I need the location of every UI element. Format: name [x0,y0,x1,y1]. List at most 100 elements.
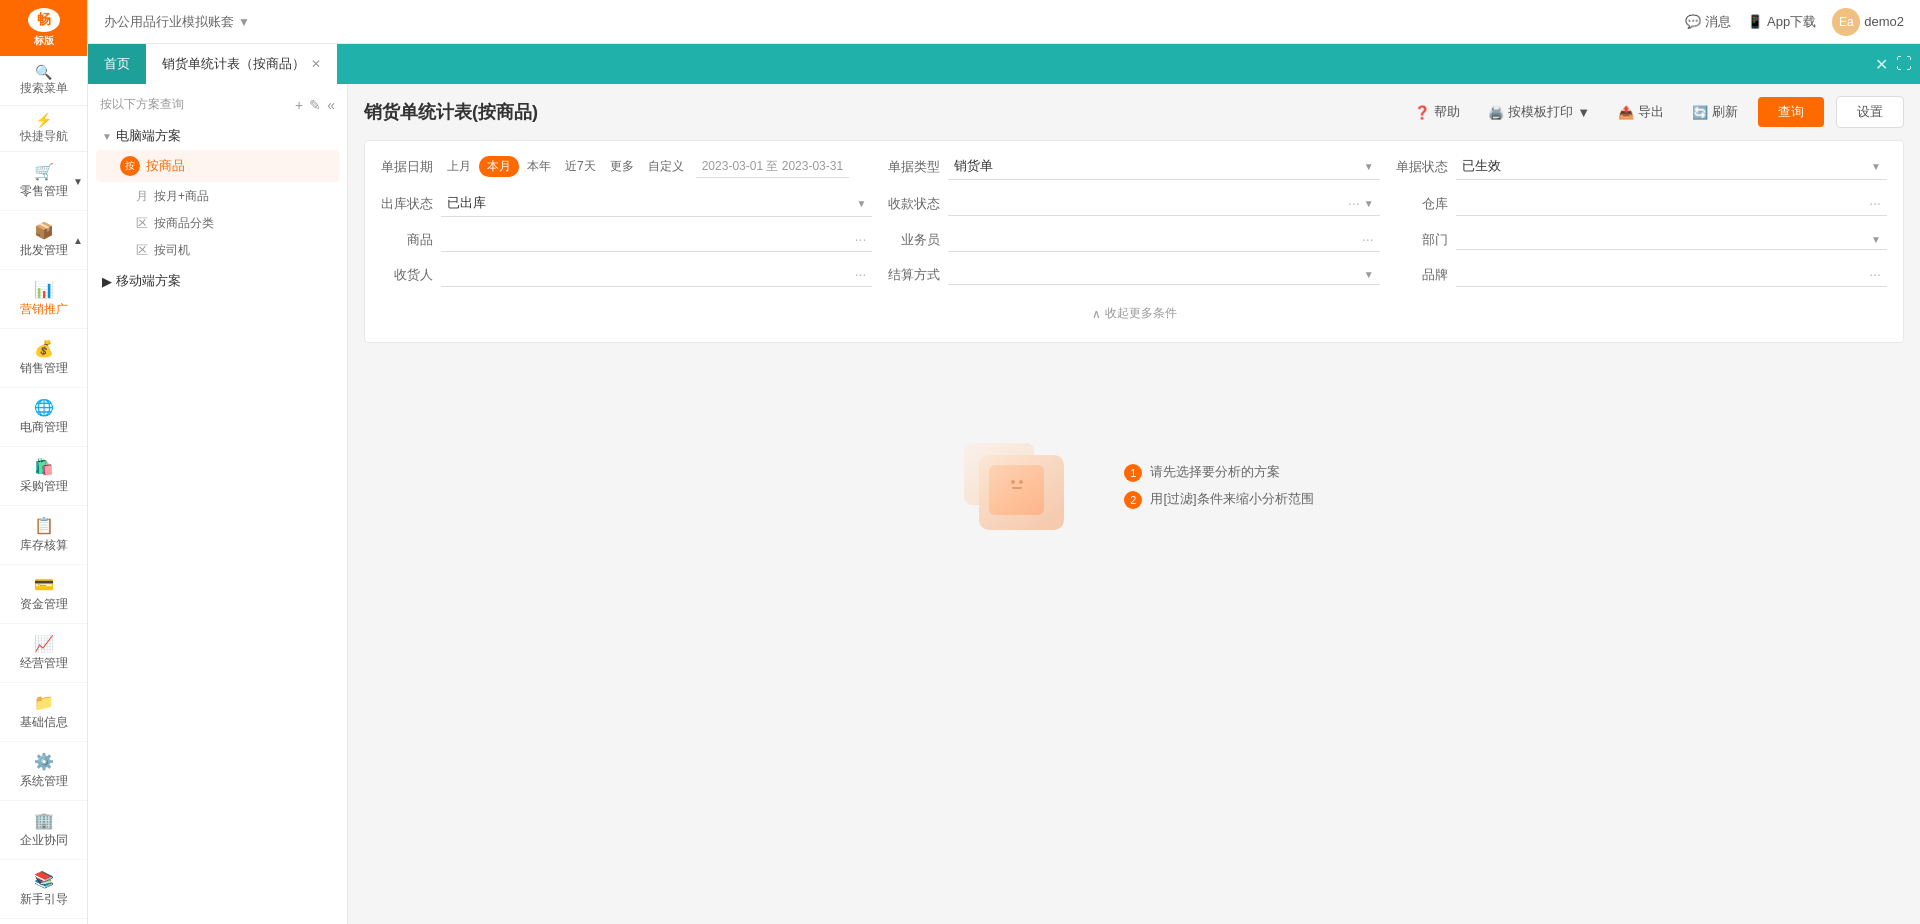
app-title: 办公用品行业模拟账套 [104,13,234,31]
out-status-select[interactable]: 已出库 ▼ [441,190,872,217]
query-button[interactable]: 查询 [1758,97,1824,127]
tab-close-window-button[interactable]: ✕ [1875,55,1888,74]
print-icon: 🖨️ [1488,105,1504,120]
warehouse-field: 仓库 ··· [1396,191,1887,216]
mobile-group-arrow: ▶ [102,274,112,289]
sidebar-item-sales[interactable]: 💰 销售管理 [0,329,87,388]
scheme-active-icon: 按 [120,156,140,176]
sidebar: 畅 标版 🔍 搜索菜单 ⚡ 快捷导航 🛒 零售管理 ▼ 📦 批发管理 ▲ 📊 营… [0,0,88,924]
date-tab-custom[interactable]: 自定义 [642,156,690,177]
finance-icon: 💳 [34,575,54,594]
collapse-bar[interactable]: ∧ 收起更多条件 [381,297,1887,330]
tab-bar-right: ✕ ⛶ [1867,44,1920,84]
sidebar-item-basic-info[interactable]: 📁 基础信息 [0,683,87,742]
tab-sales-stats[interactable]: 销货单统计表（按商品） ✕ [146,44,337,84]
mobile-scheme-group-title[interactable]: ▶ 移动端方案 [96,268,339,294]
scheme-panel-header: 按以下方案查询 + ✎ « [96,96,339,113]
scheme-panel: 按以下方案查询 + ✎ « ▼ 电脑端方案 按 按商品 月 [88,84,348,924]
month-icon: 月 [136,188,148,205]
chevron-icon: ▼ [73,176,83,187]
date-tab-this-month[interactable]: 本月 [479,156,519,177]
scheme-collapse-button[interactable]: « [327,97,335,113]
sidebar-search[interactable]: 🔍 搜索菜单 [0,56,87,106]
chevron-up-icon: ▲ [73,235,83,246]
scheme-item-by-month-product[interactable]: 月 按月+商品 [96,183,339,210]
logo-subtitle: 标版 [34,34,54,48]
date-tab-this-year[interactable]: 本年 [521,156,557,177]
sidebar-item-operations[interactable]: 📈 经营管理 [0,624,87,683]
warehouse-select[interactable]: ··· [1456,191,1887,216]
out-status-value: 已出库 [447,194,852,212]
salesperson-label: 业务员 [888,231,940,249]
warehouse-label: 仓库 [1396,195,1448,213]
warehouse-dots: ··· [1869,195,1881,211]
settlement-label: 结算方式 [888,266,940,284]
settings-button[interactable]: 设置 [1836,96,1904,128]
receiver-select[interactable]: ··· [441,262,872,287]
brand-dots: ··· [1869,266,1881,282]
print-button[interactable]: 🖨️ 按模板打印 ▼ [1480,99,1598,125]
scheme-edit-button[interactable]: ✎ [309,97,321,113]
doc-status-select[interactable]: 已生效 ▼ [1456,153,1887,180]
sidebar-item-purchase[interactable]: 🛍️ 采购管理 [0,447,87,506]
app-dropdown-icon[interactable]: ▼ [238,15,250,29]
recv-status-select[interactable]: ··· ▼ [948,191,1379,216]
step2-num: 2 [1124,491,1142,509]
sidebar-item-marketing[interactable]: 📊 营销推广 [0,270,87,329]
date-tab-more[interactable]: 更多 [604,156,640,177]
page-title: 销货单统计表(按商品) [364,100,538,124]
scheme-add-button[interactable]: + [295,97,303,113]
sales-stats-tab-label: 销货单统计表（按商品） [162,55,305,73]
enterprise-icon: 🏢 [34,811,54,830]
salesperson-select[interactable]: ··· [948,227,1379,252]
desktop-scheme-group-title[interactable]: ▼ 电脑端方案 [96,123,339,149]
recv-status-arrow: ▼ [1364,198,1374,209]
app-download-button[interactable]: 📱 App下载 [1747,13,1816,31]
tab-maximize-button[interactable]: ⛶ [1896,55,1912,73]
header-right: 💬 消息 📱 App下载 Ea demo2 [1685,8,1904,36]
salesperson-field: 业务员 ··· [888,227,1379,252]
out-status-field: 出库状态 已出库 ▼ [381,190,872,217]
doc-type-select[interactable]: 销货单 ▼ [948,153,1379,180]
date-tab-7days[interactable]: 近7天 [559,156,602,177]
date-range-input[interactable]: 2023-03-01 至 2023-03-31 [696,156,849,178]
refresh-button[interactable]: 🔄 刷新 [1684,99,1746,125]
date-tabs: 上月 本月 本年 近7天 更多 自定义 [441,156,690,177]
brand-select[interactable]: ··· [1456,262,1887,287]
doc-status-field: 单据状态 已生效 ▼ [1396,153,1887,180]
tab-close-button[interactable]: ✕ [311,58,321,70]
export-button[interactable]: 📤 导出 [1610,99,1672,125]
sidebar-item-onboarding[interactable]: 📚 新手引导 [0,860,87,919]
sidebar-item-ecommerce[interactable]: 🌐 电商管理 [0,388,87,447]
sidebar-item-finance[interactable]: 💳 资金管理 [0,565,87,624]
product-select[interactable]: ··· [441,227,872,252]
doc-type-label: 单据类型 [888,158,940,176]
filter-row-3: 商品 ··· 业务员 ··· 部门 [381,227,1887,252]
tab-home[interactable]: 首页 [88,44,146,84]
department-arrow: ▼ [1871,234,1881,245]
out-status-label: 出库状态 [381,195,433,213]
scheme-item-by-product[interactable]: 按 按商品 [96,150,339,182]
message-button[interactable]: 💬 消息 [1685,13,1731,31]
settlement-select[interactable]: ▼ [948,265,1379,285]
sidebar-item-retail[interactable]: 🛒 零售管理 ▼ [0,152,87,211]
department-select[interactable]: ▼ [1456,230,1887,250]
user-menu[interactable]: Ea demo2 [1832,8,1904,36]
scheme-item-by-category[interactable]: 区 按商品分类 [96,210,339,237]
department-field: 部门 ▼ [1396,230,1887,250]
sidebar-item-enterprise[interactable]: 🏢 企业协同 [0,801,87,860]
marketing-icon: 📊 [34,280,54,299]
sidebar-item-inventory[interactable]: 📋 库存核算 [0,506,87,565]
print-dropdown-arrow[interactable]: ▼ [1577,105,1590,120]
sidebar-quick-nav[interactable]: ⚡ 快捷导航 [0,106,87,152]
sidebar-item-wholesale[interactable]: 📦 批发管理 ▲ [0,211,87,270]
help-button[interactable]: ❓ 帮助 [1406,99,1468,125]
sales-icon: 💰 [34,339,54,358]
date-tab-last-month[interactable]: 上月 [441,156,477,177]
main-content: 销货单统计表(按商品) ❓ 帮助 🖨️ 按模板打印 ▼ 📤 导出 [348,84,1920,924]
logo-icon: 畅 [28,8,60,32]
sidebar-item-system[interactable]: ⚙️ 系统管理 [0,742,87,801]
sidebar-item-app-center[interactable]: 🔲 应用中心 [0,919,87,924]
scheme-item-by-cashier[interactable]: 区 按司机 [96,237,339,264]
top-header: 办公用品行业模拟账套 ▼ 💬 消息 📱 App下载 Ea demo2 [88,0,1920,44]
